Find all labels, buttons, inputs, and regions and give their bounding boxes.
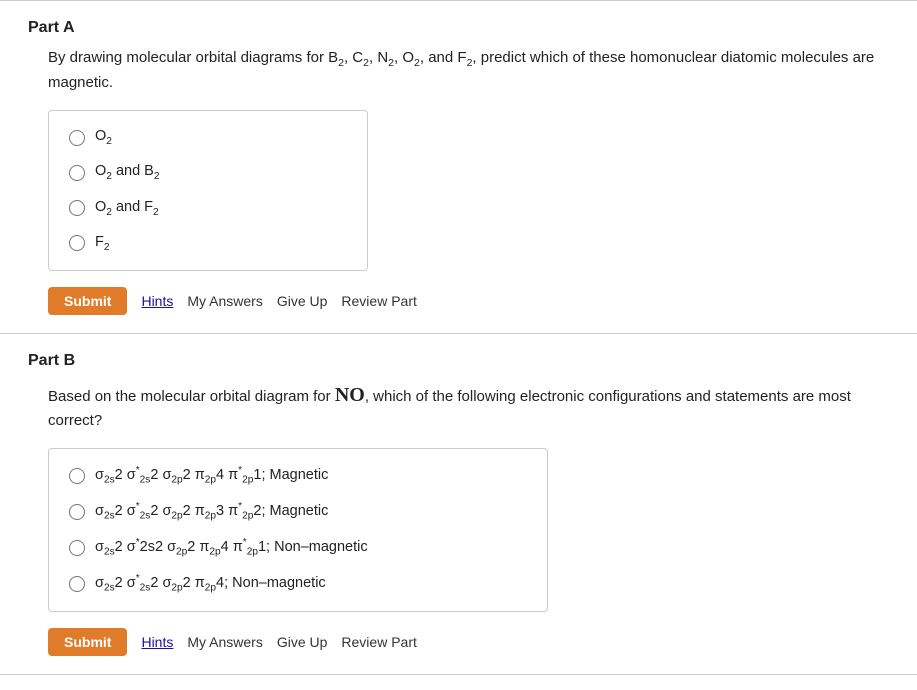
choice-a3: O2 and F2 [69, 196, 347, 221]
part-b-action-bar: Submit Hints My Answers Give Up Review P… [48, 628, 889, 656]
part-b-title: Part B [28, 352, 889, 370]
label-a1[interactable]: O2 [95, 125, 112, 150]
choice-a1: O2 [69, 125, 347, 150]
part-b-hints-link[interactable]: Hints [141, 634, 173, 650]
part-a-description: By drawing molecular orbital diagrams fo… [48, 47, 889, 94]
radio-b4[interactable] [69, 576, 85, 592]
label-b2[interactable]: σ2s2 σ*2s2 σ2p2 π2p3 π*2p2; Magnetic [95, 499, 328, 525]
radio-a2[interactable] [69, 165, 85, 181]
choice-b3: σ2s2 σ*2s2 σ2p2 π2p4 π*2p1; Non–magnetic [69, 535, 527, 561]
label-a3[interactable]: O2 and F2 [95, 196, 159, 221]
part-a-review-part[interactable]: Review Part [341, 293, 416, 309]
label-b4[interactable]: σ2s2 σ*2s2 σ2p2 π2p4; Non–magnetic [95, 571, 326, 597]
label-b1[interactable]: σ2s2 σ*2s2 σ2p2 π2p4 π*2p1; Magnetic [95, 463, 328, 489]
radio-b1[interactable] [69, 468, 85, 484]
part-a-hints-link[interactable]: Hints [141, 293, 173, 309]
part-b-choices-box: σ2s2 σ*2s2 σ2p2 π2p4 π*2p1; Magnetic σ2s… [48, 448, 548, 612]
label-a4[interactable]: F2 [95, 231, 110, 256]
choice-b1: σ2s2 σ*2s2 σ2p2 π2p4 π*2p1; Magnetic [69, 463, 527, 489]
part-a-my-answers[interactable]: My Answers [187, 293, 262, 309]
part-b-submit-button[interactable]: Submit [48, 628, 127, 656]
part-b-section: Part B Based on the molecular orbital di… [0, 334, 917, 674]
part-a-action-bar: Submit Hints My Answers Give Up Review P… [48, 287, 889, 315]
part-a-title: Part A [28, 19, 889, 37]
radio-a1[interactable] [69, 130, 85, 146]
radio-b3[interactable] [69, 540, 85, 556]
part-b-my-answers[interactable]: My Answers [187, 634, 262, 650]
part-a-choices-box: O2 O2 and B2 O2 and F2 F2 [48, 110, 368, 271]
part-a-submit-button[interactable]: Submit [48, 287, 127, 315]
radio-a3[interactable] [69, 200, 85, 216]
part-b-review-part[interactable]: Review Part [341, 634, 416, 650]
bottom-divider [0, 674, 917, 675]
choice-b4: σ2s2 σ*2s2 σ2p2 π2p4; Non–magnetic [69, 571, 527, 597]
part-a-give-up[interactable]: Give Up [277, 293, 328, 309]
no-formula: NO [335, 384, 365, 406]
choice-a4: F2 [69, 231, 347, 256]
part-a-section: Part A By drawing molecular orbital diag… [0, 1, 917, 333]
choice-b2: σ2s2 σ*2s2 σ2p2 π2p3 π*2p2; Magnetic [69, 499, 527, 525]
radio-b2[interactable] [69, 504, 85, 520]
part-b-give-up[interactable]: Give Up [277, 634, 328, 650]
radio-a4[interactable] [69, 235, 85, 251]
label-b3[interactable]: σ2s2 σ*2s2 σ2p2 π2p4 π*2p1; Non–magnetic [95, 535, 368, 561]
part-b-description: Based on the molecular orbital diagram f… [48, 380, 889, 433]
choice-a2: O2 and B2 [69, 160, 347, 185]
label-a2[interactable]: O2 and B2 [95, 160, 159, 185]
